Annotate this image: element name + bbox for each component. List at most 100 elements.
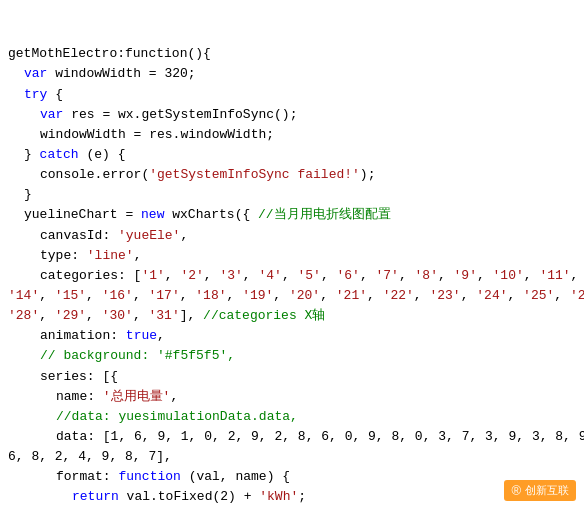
code-token-kw: try bbox=[24, 85, 47, 105]
code-token-plain: , bbox=[273, 286, 289, 306]
code-token-str: '2' bbox=[180, 266, 203, 286]
watermark: ® 创新互联 bbox=[504, 480, 576, 501]
code-token-plain: , bbox=[508, 286, 524, 306]
code-token-str: '7' bbox=[376, 266, 399, 286]
code-token-plain: 6, 8, 2, 4, 9, 8, 7], bbox=[8, 447, 172, 467]
code-token-plain: , bbox=[438, 266, 454, 286]
code-token-plain: { bbox=[47, 85, 63, 105]
code-token-plain: , bbox=[227, 286, 243, 306]
code-token-str: '9' bbox=[454, 266, 477, 286]
code-token-str: '25' bbox=[523, 286, 554, 306]
code-token-plain: , bbox=[39, 306, 55, 326]
code-token-plain: windowWidth = 320; bbox=[47, 64, 195, 84]
code-token-plain: wxCharts({ bbox=[164, 205, 258, 225]
watermark-text: 创新互联 bbox=[525, 483, 569, 498]
watermark-icon: ® bbox=[511, 483, 521, 498]
code-token-plain: , bbox=[133, 306, 149, 326]
code-token-plain: data: [1, 6, 9, 1, 0, 2, 9, 2, 8, 6, 0, … bbox=[56, 427, 584, 447]
code-line: '14', '15', '16', '17', '18', '19', '20'… bbox=[0, 286, 584, 306]
code-token-str: '20' bbox=[289, 286, 320, 306]
code-token-plain: } bbox=[24, 185, 32, 205]
code-token-plain: , bbox=[165, 266, 181, 286]
code-token-plain: , bbox=[461, 286, 477, 306]
code-token-str: '17' bbox=[148, 286, 179, 306]
code-token-str: '14' bbox=[8, 286, 39, 306]
code-token-plain: , bbox=[554, 286, 570, 306]
code-token-plain: , bbox=[571, 266, 584, 286]
code-line: format: function (val, name) { bbox=[0, 467, 584, 487]
code-token-kw: function bbox=[118, 467, 180, 487]
code-line: getMothElectro:function(){ bbox=[0, 44, 584, 64]
code-token-str: '22' bbox=[383, 286, 414, 306]
code-token-plain: , bbox=[282, 266, 298, 286]
code-token-str: '10' bbox=[493, 266, 524, 286]
code-token-plain: type: bbox=[40, 246, 87, 266]
code-token-str: '4' bbox=[258, 266, 281, 286]
code-token-comment: //当月用电折线图配置 bbox=[258, 205, 391, 225]
code-block: getMothElectro:function(){var windowWidt… bbox=[0, 0, 584, 509]
code-token-str: '26' bbox=[570, 286, 584, 306]
code-token-kw: catch bbox=[40, 145, 79, 165]
code-token-plain: val.toFixed(2) + bbox=[119, 487, 259, 507]
code-token-plain: , bbox=[180, 226, 188, 246]
code-token-plain: , bbox=[39, 286, 55, 306]
code-token-plain: series: [{ bbox=[40, 367, 118, 387]
code-token-plain: , bbox=[86, 286, 102, 306]
code-token-plain: , bbox=[157, 326, 165, 346]
code-token-kw: return bbox=[72, 487, 119, 507]
code-token-plain: , bbox=[320, 286, 336, 306]
code-token-str: '29' bbox=[55, 306, 86, 326]
code-token-str: 'kWh' bbox=[259, 487, 298, 507]
code-token-plain: getMothElectro:function(){ bbox=[8, 44, 211, 64]
code-line: return val.toFixed(2) + 'kWh'; bbox=[0, 487, 584, 507]
code-token-str: 'yueEle' bbox=[118, 226, 180, 246]
code-token-plain: (val, name) { bbox=[181, 467, 290, 487]
code-token-str: '3' bbox=[219, 266, 242, 286]
code-line: } catch (e) { bbox=[0, 145, 584, 165]
code-line: try { bbox=[0, 85, 584, 105]
code-token-str: '24' bbox=[476, 286, 507, 306]
code-token-plain: ], bbox=[180, 306, 203, 326]
code-token-str: '15' bbox=[55, 286, 86, 306]
code-token-plain: yuelineChart = bbox=[24, 205, 141, 225]
code-token-str: '8' bbox=[415, 266, 438, 286]
code-token-kw: new bbox=[141, 205, 164, 225]
code-token-plain: , bbox=[477, 266, 493, 286]
code-token-str: '28' bbox=[8, 306, 39, 326]
code-token-str: 'line' bbox=[87, 246, 134, 266]
code-token-plain: , bbox=[399, 266, 415, 286]
code-token-plain: , bbox=[134, 246, 142, 266]
code-line: categories: ['1', '2', '3', '4', '5', '6… bbox=[0, 266, 584, 286]
code-token-str: 'getSystemInfoSync failed!' bbox=[149, 165, 360, 185]
code-token-plain: (e) { bbox=[79, 145, 126, 165]
code-token-plain: res = wx.getSystemInfoSync(); bbox=[63, 105, 297, 125]
code-line: console.error('getSystemInfoSync failed!… bbox=[0, 165, 584, 185]
code-token-plain: categories: [ bbox=[40, 266, 141, 286]
code-line: animation: true, bbox=[0, 326, 584, 346]
code-token-str: '5' bbox=[297, 266, 320, 286]
code-token-plain: , bbox=[133, 286, 149, 306]
code-line: // background: '#f5f5f5', bbox=[0, 346, 584, 366]
code-line: series: [{ bbox=[0, 367, 584, 387]
code-token-plain: , bbox=[243, 266, 259, 286]
code-container: getMothElectro:function(){var windowWidt… bbox=[0, 0, 584, 509]
code-token-plain: ; bbox=[298, 487, 306, 507]
code-line: canvasId: 'yueEle', bbox=[0, 226, 584, 246]
code-line: name: '总用电量', bbox=[0, 387, 584, 407]
code-token-plain: , bbox=[524, 266, 540, 286]
code-token-kw: var bbox=[24, 64, 47, 84]
code-line: //data: yuesimulationData.data, bbox=[0, 407, 584, 427]
code-token-str: '18' bbox=[195, 286, 226, 306]
code-token-plain: animation: bbox=[40, 326, 126, 346]
code-token-str: '21' bbox=[336, 286, 367, 306]
code-token-str: '19' bbox=[242, 286, 273, 306]
code-token-plain: format: bbox=[56, 467, 118, 487]
code-token-plain: , bbox=[180, 286, 196, 306]
code-line: '28', '29', '30', '31'], //categories X轴 bbox=[0, 306, 584, 326]
code-token-plain: , bbox=[321, 266, 337, 286]
code-token-plain: , bbox=[86, 306, 102, 326]
code-line: data: [1, 6, 9, 1, 0, 2, 9, 2, 8, 6, 0, … bbox=[0, 427, 584, 447]
code-token-str: '16' bbox=[102, 286, 133, 306]
code-token-plain: canvasId: bbox=[40, 226, 118, 246]
code-token-str: '23' bbox=[429, 286, 460, 306]
